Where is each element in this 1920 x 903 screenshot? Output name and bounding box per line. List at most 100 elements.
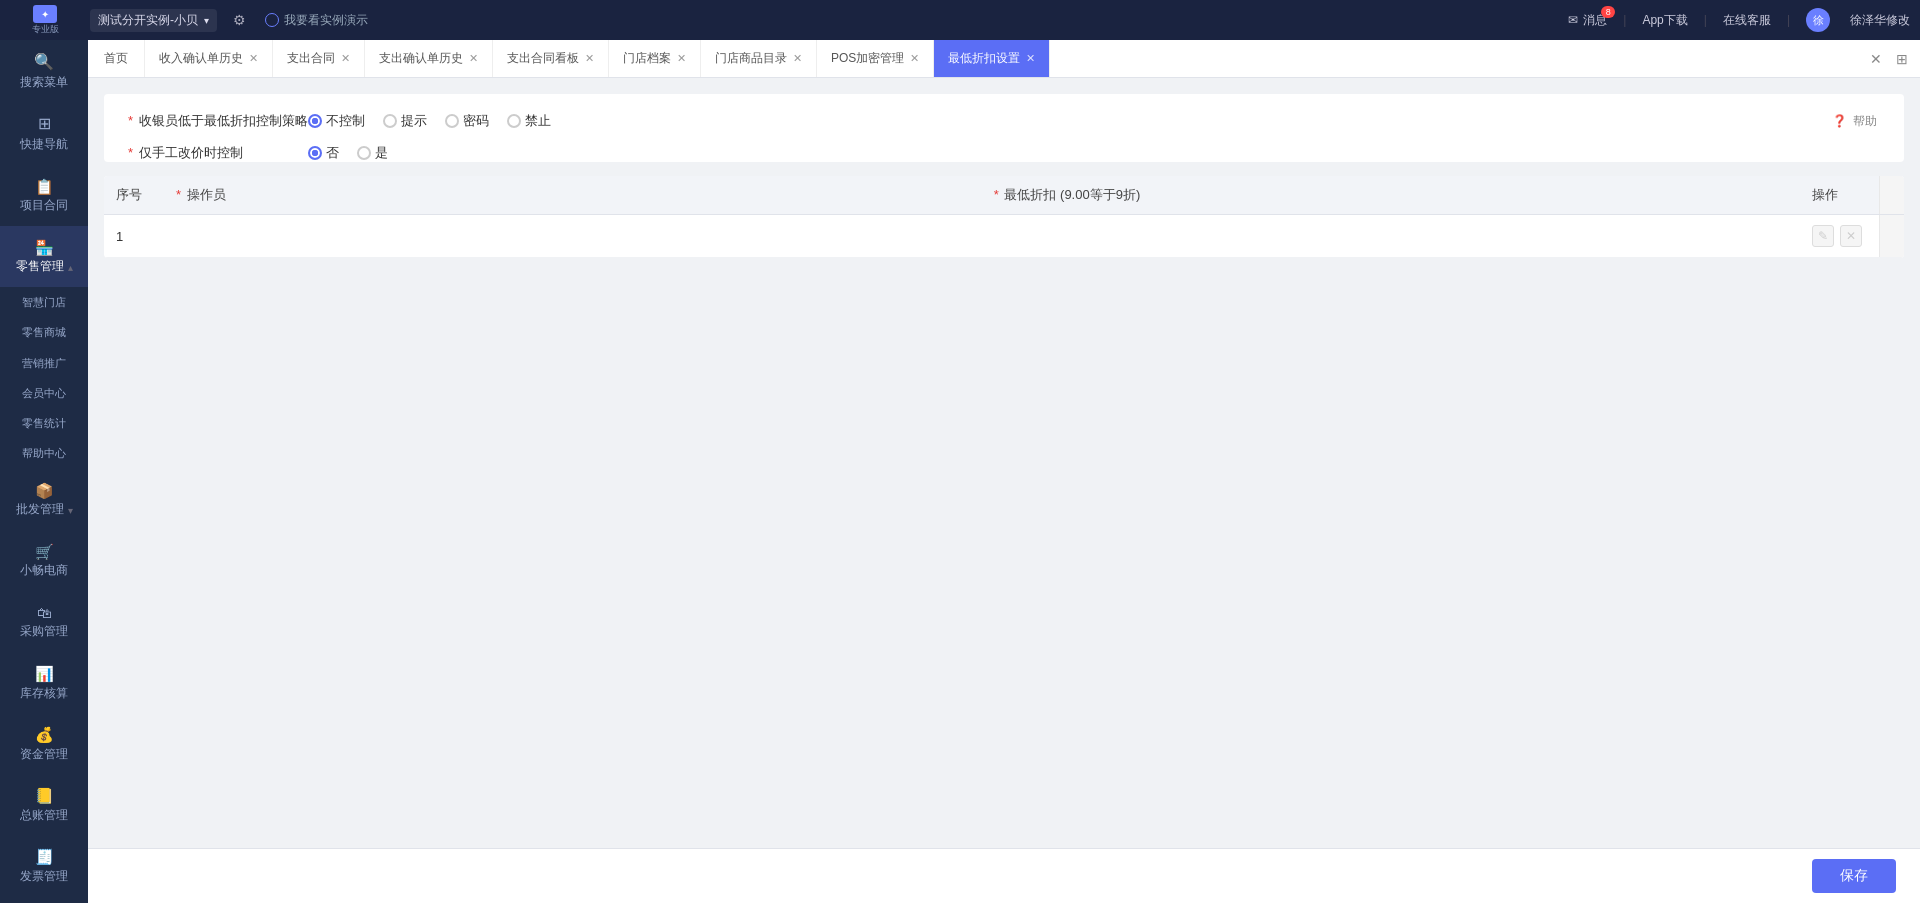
username[interactable]: 徐泽华修改: [1850, 12, 1910, 29]
accounting-icon: 📒: [35, 786, 54, 806]
tab-close-payment-confirm[interactable]: ✕: [469, 52, 478, 65]
form-row-control-strategy: * 收银员低于最低折扣控制策略 不控制 提示: [128, 112, 1880, 130]
sidebar-item-member-center[interactable]: 会员中心: [0, 378, 88, 408]
th-discount: * 最低折扣 (9.00等于9折): [982, 176, 1800, 215]
tab-store-goods[interactable]: 门店商品目录 ✕: [701, 40, 817, 78]
app-edition: 专业版: [32, 24, 59, 35]
radio-hint[interactable]: 提示: [383, 112, 427, 130]
radio-no-control[interactable]: 不控制: [308, 112, 365, 130]
wholesale-icon: 📦: [35, 481, 54, 501]
tab-store-file[interactable]: 门店档案 ✕: [609, 40, 701, 78]
sidebar-item-retail-mall[interactable]: 零售商城: [0, 317, 88, 347]
search-icon: 🔍: [34, 52, 54, 73]
sidebar-item-smart-store[interactable]: 智慧门店: [0, 287, 88, 317]
operator-input[interactable]: [176, 229, 970, 244]
form-card: * 收银员低于最低折扣控制策略 不控制 提示: [104, 94, 1904, 162]
sidebar-item-label: 零售商城: [22, 325, 66, 339]
radio-password[interactable]: 密码: [445, 112, 489, 130]
radio-yes[interactable]: 是: [357, 144, 388, 162]
tab-payment-board[interactable]: 支出合同看板 ✕: [493, 40, 609, 78]
online-service-link[interactable]: 在线客服: [1723, 12, 1771, 29]
tab-close-payment-board[interactable]: ✕: [585, 52, 594, 65]
form-row-manual-price: * 仅手工改价时控制 否 是: [128, 144, 1880, 162]
sidebar-item-accounting[interactable]: 📒 总账管理: [0, 774, 88, 835]
sidebar-item-label: 帮助中心: [22, 446, 66, 460]
radio-forbid[interactable]: 禁止: [507, 112, 551, 130]
th-action: 操作: [1800, 176, 1880, 215]
sidebar-item-invoice-mgmt[interactable]: 🧾 发票管理: [0, 835, 88, 896]
sidebar-item-tax-mgmt[interactable]: 🏦 税务管理: [0, 896, 88, 903]
cell-operator[interactable]: [164, 215, 982, 258]
demo-link[interactable]: 我要看实例演示: [265, 12, 368, 29]
project-name: 测试分开实例-小贝: [98, 12, 198, 29]
sidebar-item-label: 小畅电商: [20, 563, 68, 579]
tab-close-all-button[interactable]: ✕: [1866, 49, 1886, 69]
inventory-icon: 📊: [35, 664, 54, 684]
table-header-row: 序号 * 操作员 * 最低折扣 (9.00等于9折) 操作: [104, 176, 1904, 215]
topbar-right: ✉ 8 消息 | App下载 | 在线客服 | 徐 徐泽华修改: [1568, 8, 1910, 32]
sidebar-item-finance-mgmt[interactable]: 💰 资金管理: [0, 713, 88, 774]
delete-row-button[interactable]: ✕: [1840, 225, 1862, 247]
sidebar-item-inventory[interactable]: 📊 库存核算: [0, 652, 88, 713]
sidebar-item-label: 搜索菜单: [20, 75, 68, 91]
sidebar: 🔍 搜索菜单 ⊞ 快捷导航 📋 项目合同 🏪 零售管理 ▴ 智慧门店 零售商城 …: [0, 40, 88, 903]
tab-close-store-file[interactable]: ✕: [677, 52, 686, 65]
sidebar-item-label: 资金管理: [20, 747, 68, 763]
discount-table: 序号 * 操作员 * 最低折扣 (9.00等于9折) 操作: [104, 176, 1904, 258]
sidebar-item-ecommerce[interactable]: 🛒 小畅电商: [0, 530, 88, 591]
tab-close-pos-password[interactable]: ✕: [910, 52, 919, 65]
sidebar-item-shortcut[interactable]: ⊞ 快捷导航: [0, 102, 88, 164]
sidebar-item-purchase-mgmt[interactable]: 🛍 采购管理: [0, 591, 88, 652]
sidebar-item-retail-mgmt[interactable]: 🏪 零售管理 ▴: [0, 226, 88, 287]
app-download-link[interactable]: App下载: [1642, 12, 1687, 29]
tab-min-discount[interactable]: 最低折扣设置 ✕: [934, 40, 1050, 78]
sidebar-item-retail-stats[interactable]: 零售统计: [0, 408, 88, 438]
app-logo: ✦ 专业版: [10, 5, 80, 35]
radio-no[interactable]: 否: [308, 144, 339, 162]
radio-icon-password: [445, 114, 459, 128]
tab-payment-confirm[interactable]: 支出确认单历史 ✕: [365, 40, 493, 78]
tab-close-store-goods[interactable]: ✕: [793, 52, 802, 65]
sidebar-item-label: 零售管理: [16, 259, 64, 275]
sidebar-item-marketing[interactable]: 营销推广: [0, 348, 88, 378]
tab-bar-actions: ✕ ⊞: [1858, 49, 1920, 69]
settings-button[interactable]: ⚙: [225, 6, 253, 34]
retail-icon: 🏪: [35, 238, 54, 258]
tab-close-payment-contract[interactable]: ✕: [341, 52, 350, 65]
radio-icon-no: [308, 146, 322, 160]
sidebar-item-help-center[interactable]: 帮助中心: [0, 438, 88, 468]
page-content: * 收银员低于最低折扣控制策略 不控制 提示: [88, 78, 1920, 848]
chevron-down-icon: ▾: [68, 504, 73, 517]
table-row: 1 ✎ ✕: [104, 215, 1904, 258]
tab-bar: 首页 收入确认单历史 ✕ 支出合同 ✕ 支出确认单历史 ✕ 支出合同看板 ✕ 门…: [88, 40, 1920, 78]
edit-row-button[interactable]: ✎: [1812, 225, 1834, 247]
tab-close-min-discount[interactable]: ✕: [1026, 52, 1035, 65]
tab-close-income-confirm[interactable]: ✕: [249, 52, 258, 65]
save-button[interactable]: 保存: [1812, 859, 1896, 893]
page-footer: 保存: [88, 848, 1920, 903]
sidebar-item-label: 零售统计: [22, 416, 66, 430]
sidebar-item-search[interactable]: 🔍 搜索菜单: [0, 40, 88, 102]
help-button[interactable]: ❓ 帮助: [1832, 113, 1880, 130]
tab-payment-contract[interactable]: 支出合同 ✕: [273, 40, 365, 78]
chevron-up-icon: ▴: [68, 261, 73, 274]
radio-group-manual-price: 否 是: [308, 144, 388, 162]
radio-icon-no-control: [308, 114, 322, 128]
message-button[interactable]: ✉ 8 消息: [1568, 12, 1607, 29]
th-seq: 序号: [104, 176, 164, 215]
sidebar-item-label: 库存核算: [20, 686, 68, 702]
tab-pos-password[interactable]: POS加密管理 ✕: [817, 40, 934, 78]
project-selector[interactable]: 测试分开实例-小贝 ▾: [90, 9, 217, 32]
cell-seq: 1: [104, 215, 164, 258]
sidebar-item-label: 营销推广: [22, 356, 66, 370]
radio-icon-hint: [383, 114, 397, 128]
tab-expand-button[interactable]: ⊞: [1892, 49, 1912, 69]
main-layout: 🔍 搜索菜单 ⊞ 快捷导航 📋 项目合同 🏪 零售管理 ▴ 智慧门店 零售商城 …: [0, 40, 1920, 903]
discount-input[interactable]: [994, 229, 1788, 244]
sidebar-item-project-contract[interactable]: 📋 项目合同: [0, 165, 88, 226]
sidebar-item-label: 总账管理: [20, 808, 68, 824]
sidebar-item-wholesale-mgmt[interactable]: 📦 批发管理 ▾: [0, 469, 88, 530]
tab-income-confirm[interactable]: 收入确认单历史 ✕: [145, 40, 273, 78]
cell-discount[interactable]: [982, 215, 1800, 258]
tab-home[interactable]: 首页: [88, 40, 145, 78]
